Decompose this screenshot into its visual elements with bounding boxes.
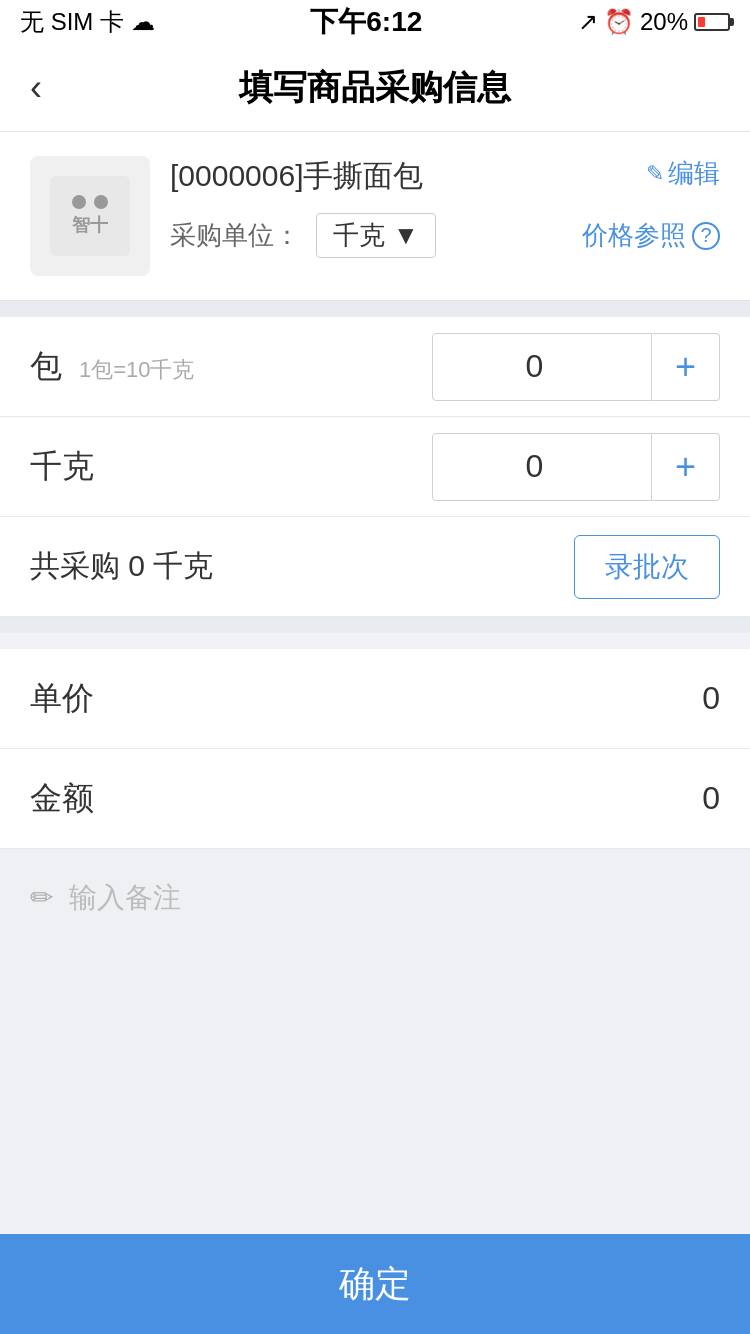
section-divider-1 <box>0 301 750 317</box>
bag-input-wrap: + <box>432 333 720 401</box>
page-title: 填写商品采购信息 <box>239 65 511 111</box>
nav-bar: ‹ 填写商品采购信息 <box>0 44 750 132</box>
location-icon: ↗ <box>578 8 598 36</box>
status-left: 无 SIM 卡 ☁ <box>20 6 155 38</box>
unit-price-label: 单价 <box>30 677 702 721</box>
kg-input-row: 千克 + <box>0 417 750 517</box>
total-text: 共采购 0 千克 <box>30 546 213 587</box>
amount-row: 金额 0 <box>0 749 750 849</box>
product-name-row: [0000006]手撕面包 ✎ 编辑 <box>170 156 720 197</box>
kg-input-wrap: + <box>432 433 720 501</box>
amount-label: 金额 <box>30 777 702 821</box>
logo-eye-right <box>94 195 108 209</box>
bag-label: 包 1包=10千克 <box>30 345 432 389</box>
pencil-icon: ✏ <box>30 881 53 914</box>
product-logo: 智十 <box>50 176 130 256</box>
bag-sub-label: 1包=10千克 <box>79 357 195 382</box>
section-divider-2 <box>0 617 750 633</box>
status-right: ↗ ⏰ 20% <box>578 8 730 36</box>
unit-dropdown[interactable]: 千克 ▼ <box>316 213 436 258</box>
edit-icon: ✎ <box>646 161 664 187</box>
confirm-button[interactable]: 确定 <box>0 1234 750 1334</box>
status-time: 下午6:12 <box>310 3 422 41</box>
record-batch-button[interactable]: 录批次 <box>574 535 720 599</box>
bag-input[interactable] <box>432 333 652 401</box>
unit-price-row: 单价 0 <box>0 649 750 749</box>
kg-label: 千克 <box>30 445 432 489</box>
logo-eyes <box>72 195 108 209</box>
unit-value: 千克 <box>333 218 385 253</box>
alarm-icon: ⏰ <box>604 8 634 36</box>
edit-button[interactable]: ✎ 编辑 <box>646 156 720 191</box>
logo-eye-left <box>72 195 86 209</box>
battery-icon <box>694 13 730 31</box>
kg-plus-button[interactable]: + <box>652 433 720 501</box>
purchase-unit-label: 采购单位： <box>170 218 300 253</box>
product-card: 智十 [0000006]手撕面包 ✎ 编辑 采购单位： 千克 ▼ <box>0 132 750 301</box>
status-bar: 无 SIM 卡 ☁ 下午6:12 ↗ ⏰ 20% <box>0 0 750 44</box>
total-section: 共采购 0 千克 录批次 <box>0 517 750 617</box>
product-name: [0000006]手撕面包 <box>170 156 423 197</box>
price-ref-button[interactable]: 价格参照 ? <box>582 218 720 253</box>
amount-value: 0 <box>702 780 720 817</box>
help-icon: ? <box>692 222 720 250</box>
price-section: 单价 0 金额 0 <box>0 649 750 849</box>
battery-percent: 20% <box>640 8 688 36</box>
input-section: 包 1包=10千克 + 千克 + <box>0 317 750 517</box>
product-image: 智十 <box>30 156 150 276</box>
bag-plus-button[interactable]: + <box>652 333 720 401</box>
purchase-unit-row: 采购单位： 千克 ▼ 价格参照 ? <box>170 213 720 258</box>
product-info: [0000006]手撕面包 ✎ 编辑 采购单位： 千克 ▼ 价格参照 ? <box>170 156 720 258</box>
remark-placeholder: 输入备注 <box>69 879 181 917</box>
kg-input[interactable] <box>432 433 652 501</box>
confirm-button-label: 确定 <box>339 1260 411 1309</box>
logo-text: 智十 <box>72 213 108 237</box>
back-button[interactable]: ‹ <box>30 67 42 109</box>
remark-section[interactable]: ✏ 输入备注 <box>0 849 750 969</box>
bag-input-row: 包 1包=10千克 + <box>0 317 750 417</box>
dropdown-arrow: ▼ <box>393 220 419 251</box>
unit-price-value: 0 <box>702 680 720 717</box>
